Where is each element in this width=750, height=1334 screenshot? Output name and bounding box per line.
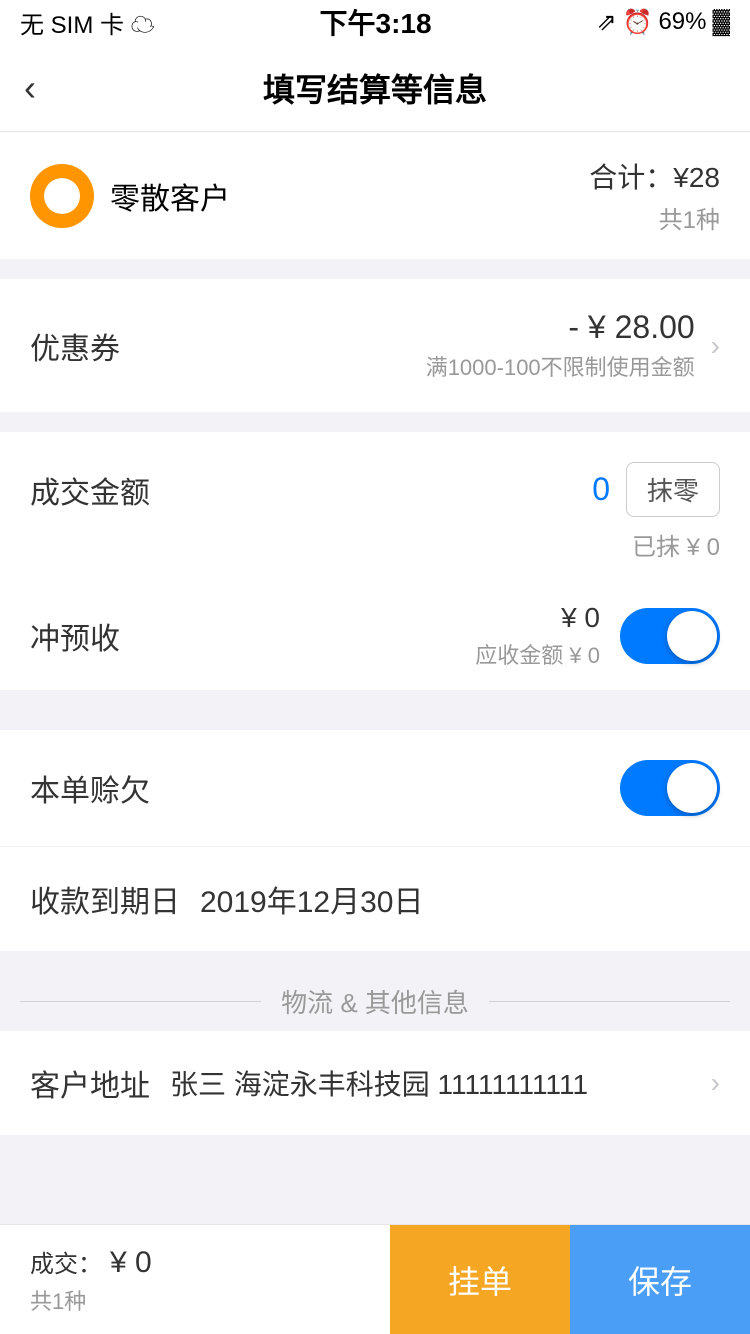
hold-button[interactable]: 挂单 — [390, 1225, 570, 1334]
bottom-deal-value: ¥ 0 — [110, 1246, 152, 1280]
deal-value[interactable]: 0 — [570, 471, 610, 508]
customer-avatar — [30, 164, 94, 228]
toggle-knob — [667, 611, 717, 661]
customer-name: 零散客户 — [110, 174, 230, 218]
prepay-right: ¥ 0 应收金额 ¥ 0 — [475, 602, 720, 670]
customer-total: 合计：¥28 共1种 — [589, 156, 720, 235]
deal-label: 成交金额 — [30, 468, 150, 512]
address-chevron-icon: › — [711, 1067, 720, 1099]
battery-icon: ▓ — [712, 8, 730, 36]
deal-section: 成交金额 0 抹零 已抹 ¥ 0 冲预收 ¥ 0 应收金额 ¥ 0 — [0, 432, 750, 690]
avatar-icon — [44, 178, 80, 214]
address-section[interactable]: 客户地址 张三 海淀永丰科技园 11111111111 › — [0, 1031, 750, 1135]
status-right: ⇗ ⏰ 69% ▓ — [596, 8, 730, 37]
coupon-section: 优惠券 - ¥ 28.00 满1000-100不限制使用金额 › — [0, 279, 750, 412]
coupon-right: - ¥ 28.00 满1000-100不限制使用金额 › — [426, 309, 720, 382]
main-content: 零散客户 合计：¥28 共1种 优惠券 - ¥ 28.00 满1000-100不… — [0, 132, 750, 1255]
deal-row: 成交金额 0 抹零 — [0, 432, 750, 527]
prepay-toggle[interactable] — [620, 608, 720, 664]
bottom-bar: 成交： ¥ 0 共1种 挂单 保存 — [0, 1224, 750, 1334]
coupon-amount-group: - ¥ 28.00 满1000-100不限制使用金额 — [426, 309, 695, 382]
section-divider-2 — [0, 690, 750, 710]
prepay-label: 冲预收 — [30, 614, 120, 658]
total-count: 共1种 — [589, 200, 720, 235]
bottom-deal-row: 成交： ¥ 0 — [30, 1244, 360, 1280]
prepay-amount: ¥ 0 — [475, 602, 600, 634]
location-icon: ⇗ — [596, 8, 616, 37]
coupon-row[interactable]: 优惠券 - ¥ 28.00 满1000-100不限制使用金额 › — [0, 279, 750, 412]
debt-toggle-knob — [667, 763, 717, 813]
page-title: 填写结算等信息 — [263, 65, 487, 111]
address-value: 张三 海淀永丰科技园 11111111111 — [170, 1063, 711, 1103]
customer-info: 零散客户 — [30, 164, 230, 228]
due-date-value: 2019年12月30日 — [200, 877, 423, 921]
section-divider-1 — [0, 412, 750, 432]
prepay-amount-group: ¥ 0 应收金额 ¥ 0 — [475, 602, 600, 670]
sim-status: 无 SIM 卡 ☁ — [20, 5, 155, 40]
coupon-desc: 满1000-100不限制使用金额 — [426, 350, 695, 382]
coupon-label: 优惠券 — [30, 324, 120, 368]
deal-value-group: 0 抹零 — [570, 462, 720, 517]
save-button[interactable]: 保存 — [570, 1225, 750, 1334]
logistics-text: 物流 & 其他信息 — [281, 983, 469, 1020]
chevron-right-icon: › — [711, 330, 720, 362]
address-label: 客户地址 — [30, 1061, 150, 1105]
logistics-line-left — [20, 1001, 261, 1002]
battery-level: 69% — [658, 8, 706, 36]
bottom-count: 共1种 — [30, 1284, 360, 1316]
debt-label: 本单赊欠 — [30, 766, 150, 810]
prepay-row: 冲预收 ¥ 0 应收金额 ¥ 0 — [0, 582, 750, 690]
bottom-deal-label: 成交： — [30, 1244, 102, 1279]
debt-section: 本单赊欠 — [0, 730, 750, 846]
status-bar: 无 SIM 卡 ☁ 下午3:18 ⇗ ⏰ 69% ▓ — [0, 0, 750, 44]
back-button[interactable]: ‹ — [24, 67, 36, 109]
nav-bar: ‹ 填写结算等信息 — [0, 44, 750, 132]
total-amount: 合计：¥28 — [589, 156, 720, 196]
receivable-amount: 应收金额 ¥ 0 — [475, 638, 600, 670]
due-date-label: 收款到期日 — [30, 877, 180, 921]
logistics-divider: 物流 & 其他信息 — [0, 971, 750, 1031]
round-zero-button[interactable]: 抹零 — [626, 462, 720, 517]
debt-toggle[interactable] — [620, 760, 720, 816]
due-date-section[interactable]: 收款到期日 2019年12月30日 — [0, 846, 750, 951]
customer-section: 零散客户 合计：¥28 共1种 — [0, 132, 750, 259]
status-time: 下午3:18 — [320, 2, 432, 42]
alarm-icon: ⏰ — [623, 8, 653, 37]
coupon-amount: - ¥ 28.00 — [426, 309, 695, 346]
bottom-info: 成交： ¥ 0 共1种 — [0, 1244, 390, 1316]
status-left: 无 SIM 卡 ☁ — [20, 5, 155, 40]
already-round: 已抹 ¥ 0 — [0, 527, 750, 582]
logistics-line-right — [489, 1001, 730, 1002]
